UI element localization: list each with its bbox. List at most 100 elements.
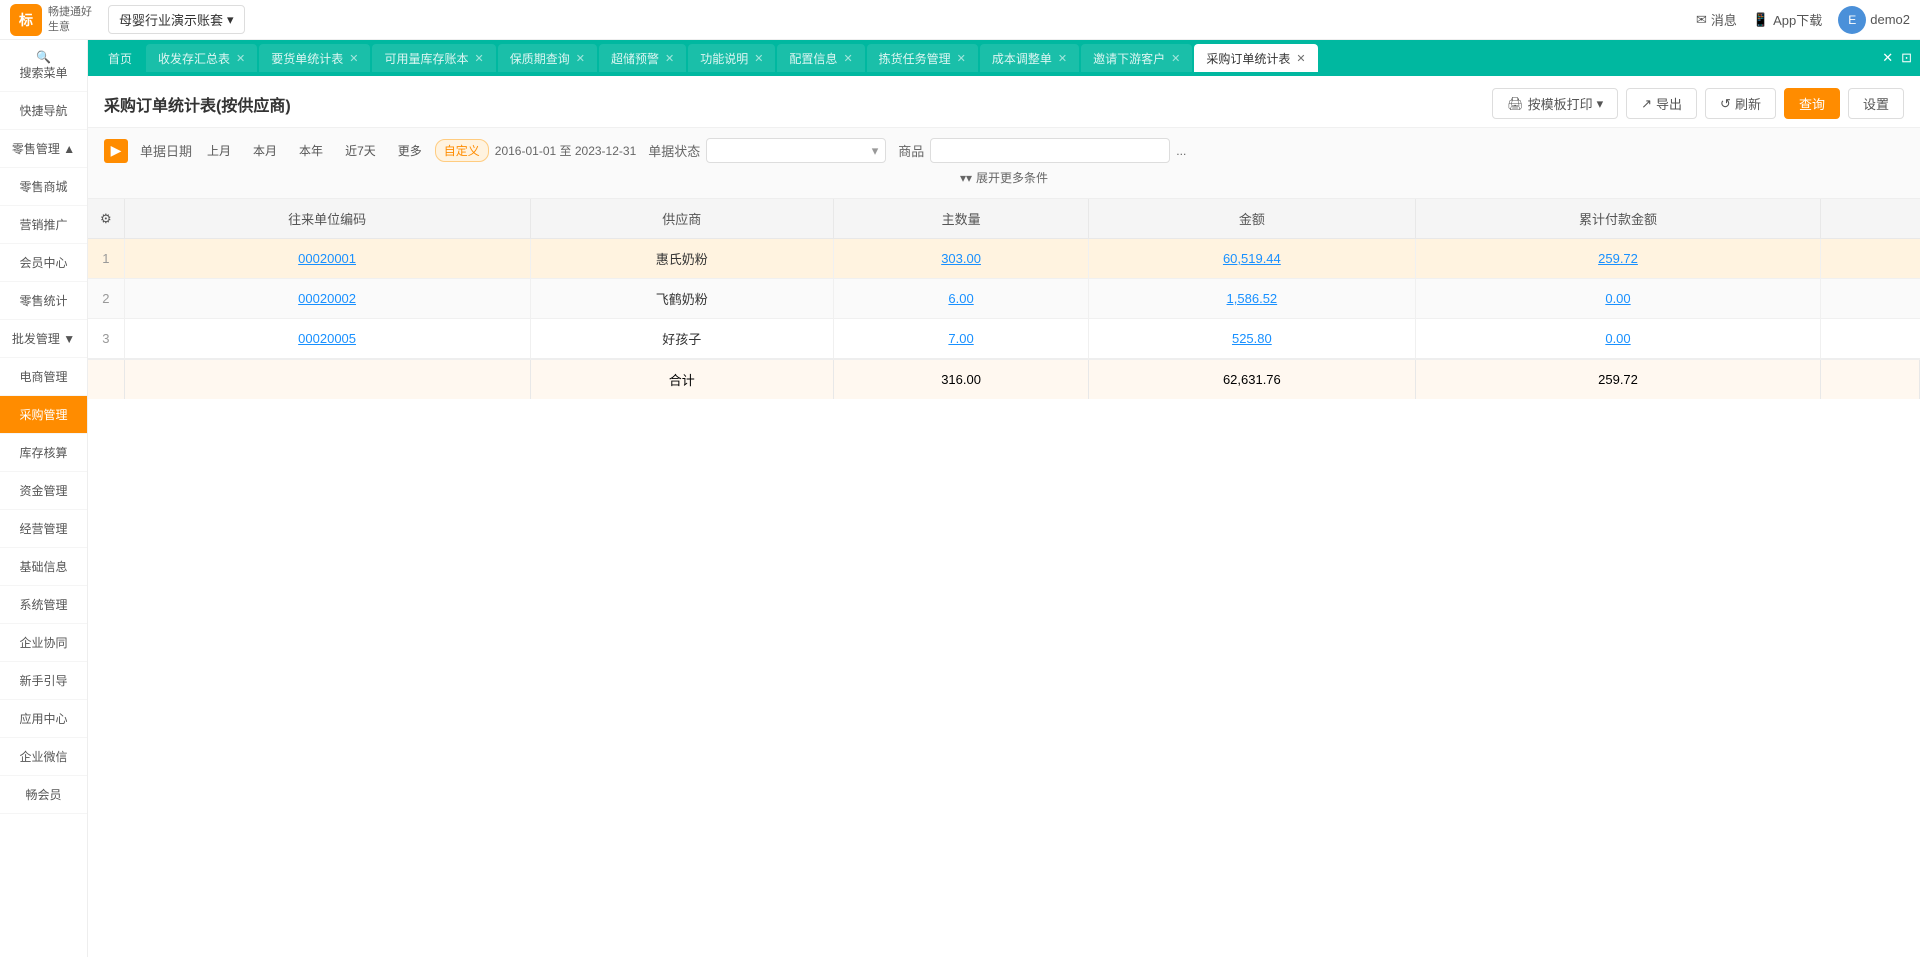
sidebar-item-wholesale[interactable]: 批发管理 ▼ <box>0 320 87 358</box>
this-month-btn[interactable]: 本月 <box>244 139 286 162</box>
tab-config-info[interactable]: 配置信息 ✕ <box>777 44 864 72</box>
dropdown-arrow-icon: ▾ <box>1597 96 1604 112</box>
tab-home[interactable]: 首页 <box>96 44 144 72</box>
custom-date-btn[interactable]: 自定义 <box>435 139 489 162</box>
more-filter-btn[interactable]: ... <box>1176 144 1186 158</box>
date-filter-group: 单据日期 上月 本月 本年 近7天 更多 自定义 2016-01-01 至 <box>140 139 636 162</box>
app-download-btn[interactable]: 📱 App下载 <box>1753 10 1822 29</box>
tab-function-desc[interactable]: 功能说明 ✕ <box>688 44 775 72</box>
chevron-down-icon: ▾▾ <box>960 171 972 185</box>
footer-empty-cell2 <box>124 359 530 399</box>
row-extra-cell <box>1821 279 1920 319</box>
sidebar-item-app-center[interactable]: 应用中心 <box>0 700 87 738</box>
arrow-icon: ▲ <box>63 142 75 156</box>
expand-conditions-btn[interactable]: ▾▾ 展开更多条件 <box>960 169 1048 186</box>
sidebar-item-inventory[interactable]: 库存核算 <box>0 434 87 472</box>
maximize-icon[interactable]: ⊡ <box>1901 50 1912 66</box>
settings-btn[interactable]: 设置 <box>1848 88 1904 119</box>
sidebar-item-marketing[interactable]: 营销推广 <box>0 206 87 244</box>
footer-label-cell: 合计 <box>530 359 833 399</box>
print-template-btn[interactable]: 🖨 按模板打印 ▾ <box>1492 88 1618 119</box>
page-title: 采购订单统计表(按供应商) <box>104 92 291 116</box>
refresh-btn[interactable]: ↺ 刷新 <box>1705 88 1776 119</box>
footer-amount-cell: 62,631.76 <box>1089 359 1415 399</box>
app-label: App下载 <box>1773 10 1822 29</box>
tab-close-icon[interactable]: ✕ <box>349 52 358 65</box>
tab-close-icon[interactable]: ✕ <box>236 52 245 65</box>
status-filter-label: 单据状态 <box>648 141 700 160</box>
row-code-cell: 00020001 <box>124 239 530 279</box>
sidebar-item-finance[interactable]: 资金管理 <box>0 472 87 510</box>
sidebar-item-retail-mgmt[interactable]: 零售管理 ▲ <box>0 130 87 168</box>
sidebar-item-newbie[interactable]: 新手引导 <box>0 662 87 700</box>
date-range-display: 2016-01-01 至 2023-12-31 <box>495 142 636 159</box>
status-select[interactable] <box>706 138 886 163</box>
sidebar-item-search[interactable]: 🔍 搜索菜单 <box>0 40 87 92</box>
tab-invite-downstream[interactable]: 邀请下游客户 ✕ <box>1081 44 1192 72</box>
sidebar-item-system[interactable]: 系统管理 <box>0 586 87 624</box>
tab-close-icon[interactable]: ✕ <box>843 52 852 65</box>
user-menu[interactable]: E demo2 <box>1838 6 1910 34</box>
tab-expiry-query[interactable]: 保质期查询 ✕ <box>498 44 597 72</box>
row-quantity-cell: 6.00 <box>833 279 1088 319</box>
tab-receive-summary[interactable]: 收发存汇总表 ✕ <box>146 44 257 72</box>
settings-column-header[interactable]: ⚙ <box>88 199 124 239</box>
tab-close-icon[interactable]: ✕ <box>576 52 585 65</box>
tab-order-summary[interactable]: 要货单统计表 ✕ <box>259 44 370 72</box>
sidebar-item-quick-nav[interactable]: 快捷导航 <box>0 92 87 130</box>
row-index-cell: 2 <box>88 279 124 319</box>
sidebar-item-operations[interactable]: 经营管理 <box>0 510 87 548</box>
expand-row: ▾▾ 展开更多条件 <box>104 163 1904 188</box>
row-supplier-cell: 好孩子 <box>530 319 833 360</box>
message-btn[interactable]: ✉ 消息 <box>1696 10 1737 29</box>
tab-overstock-alert[interactable]: 超储预警 ✕ <box>599 44 686 72</box>
goods-input[interactable] <box>930 138 1170 163</box>
tab-close-icon[interactable]: ✕ <box>475 52 484 65</box>
chevron-down-icon: ▾ <box>227 12 234 28</box>
status-filter-group: 单据状态 <box>648 138 886 163</box>
export-btn[interactable]: ↗ 导出 <box>1626 88 1697 119</box>
tab-close-icon[interactable]: ✕ <box>665 52 674 65</box>
logo-icon: 标 <box>10 4 42 36</box>
this-year-btn[interactable]: 本年 <box>290 139 332 162</box>
last-month-btn[interactable]: 上月 <box>198 139 240 162</box>
goods-filter-group: 商品 ... <box>898 138 1186 163</box>
tab-close-icon[interactable]: ✕ <box>754 52 763 65</box>
sidebar-item-enterprise[interactable]: 企业协同 <box>0 624 87 662</box>
tab-inventory-ledger[interactable]: 可用量库存账本 ✕ <box>372 44 495 72</box>
tab-close-icon[interactable]: ✕ <box>1171 52 1180 65</box>
footer-paid-cell: 259.72 <box>1415 359 1821 399</box>
query-btn[interactable]: 查询 <box>1784 88 1840 119</box>
sidebar-item-ecommerce[interactable]: 电商管理 <box>0 358 87 396</box>
last-7-days-btn[interactable]: 近7天 <box>336 139 385 162</box>
row-amount-cell: 525.80 <box>1089 319 1415 360</box>
sidebar-item-basic-info[interactable]: 基础信息 <box>0 548 87 586</box>
close-tab-icon[interactable]: ✕ <box>1882 50 1893 66</box>
status-select-wrapper <box>706 138 886 163</box>
tab-task-mgmt[interactable]: 拣货任务管理 ✕ <box>867 44 978 72</box>
more-date-btn[interactable]: 更多 <box>389 139 431 162</box>
filter-row: ▶ 单据日期 上月 本月 本年 近7天 更多 自定义 2016-01-01 <box>104 138 1904 163</box>
row-extra-cell <box>1821 239 1920 279</box>
tab-close-icon[interactable]: ✕ <box>1296 52 1305 65</box>
logo-area: 标 畅捷通好生意 <box>10 4 98 36</box>
sidebar-item-wechat[interactable]: 企业微信 <box>0 738 87 776</box>
message-icon: ✉ <box>1696 12 1707 28</box>
tab-purchase-stats[interactable]: 采购订单统计表 ✕ <box>1194 44 1317 72</box>
workspace-selector[interactable]: 母婴行业演示账套 ▾ <box>108 5 245 34</box>
sidebar-item-member[interactable]: 会员中心 <box>0 244 87 282</box>
top-bar: 标 畅捷通好生意 母婴行业演示账套 ▾ ✉ 消息 📱 App下载 E demo2 <box>0 0 1920 40</box>
main-layout: 🔍 搜索菜单 快捷导航 零售管理 ▲ 零售商城 营销推广 会员中心 零售统计 批… <box>0 40 1920 957</box>
tab-cost-adjust[interactable]: 成本调整单 ✕ <box>980 44 1079 72</box>
toggle-filter-btn[interactable]: ▶ <box>104 139 128 163</box>
row-amount-cell: 1,586.52 <box>1089 279 1415 319</box>
tab-close-icon[interactable]: ✕ <box>1058 52 1067 65</box>
sidebar-item-retail-stats[interactable]: 零售统计 <box>0 282 87 320</box>
mobile-icon: 📱 <box>1753 12 1769 28</box>
sidebar-item-purchase[interactable]: 采购管理 <box>0 396 87 434</box>
table-footer-row: 合计 316.00 62,631.76 259.72 <box>88 359 1920 399</box>
tab-close-icon[interactable]: ✕ <box>957 52 966 65</box>
sidebar-item-vip[interactable]: 畅会员 <box>0 776 87 814</box>
sidebar-item-retail-shop[interactable]: 零售商城 <box>0 168 87 206</box>
row-paid-cell: 0.00 <box>1415 279 1821 319</box>
